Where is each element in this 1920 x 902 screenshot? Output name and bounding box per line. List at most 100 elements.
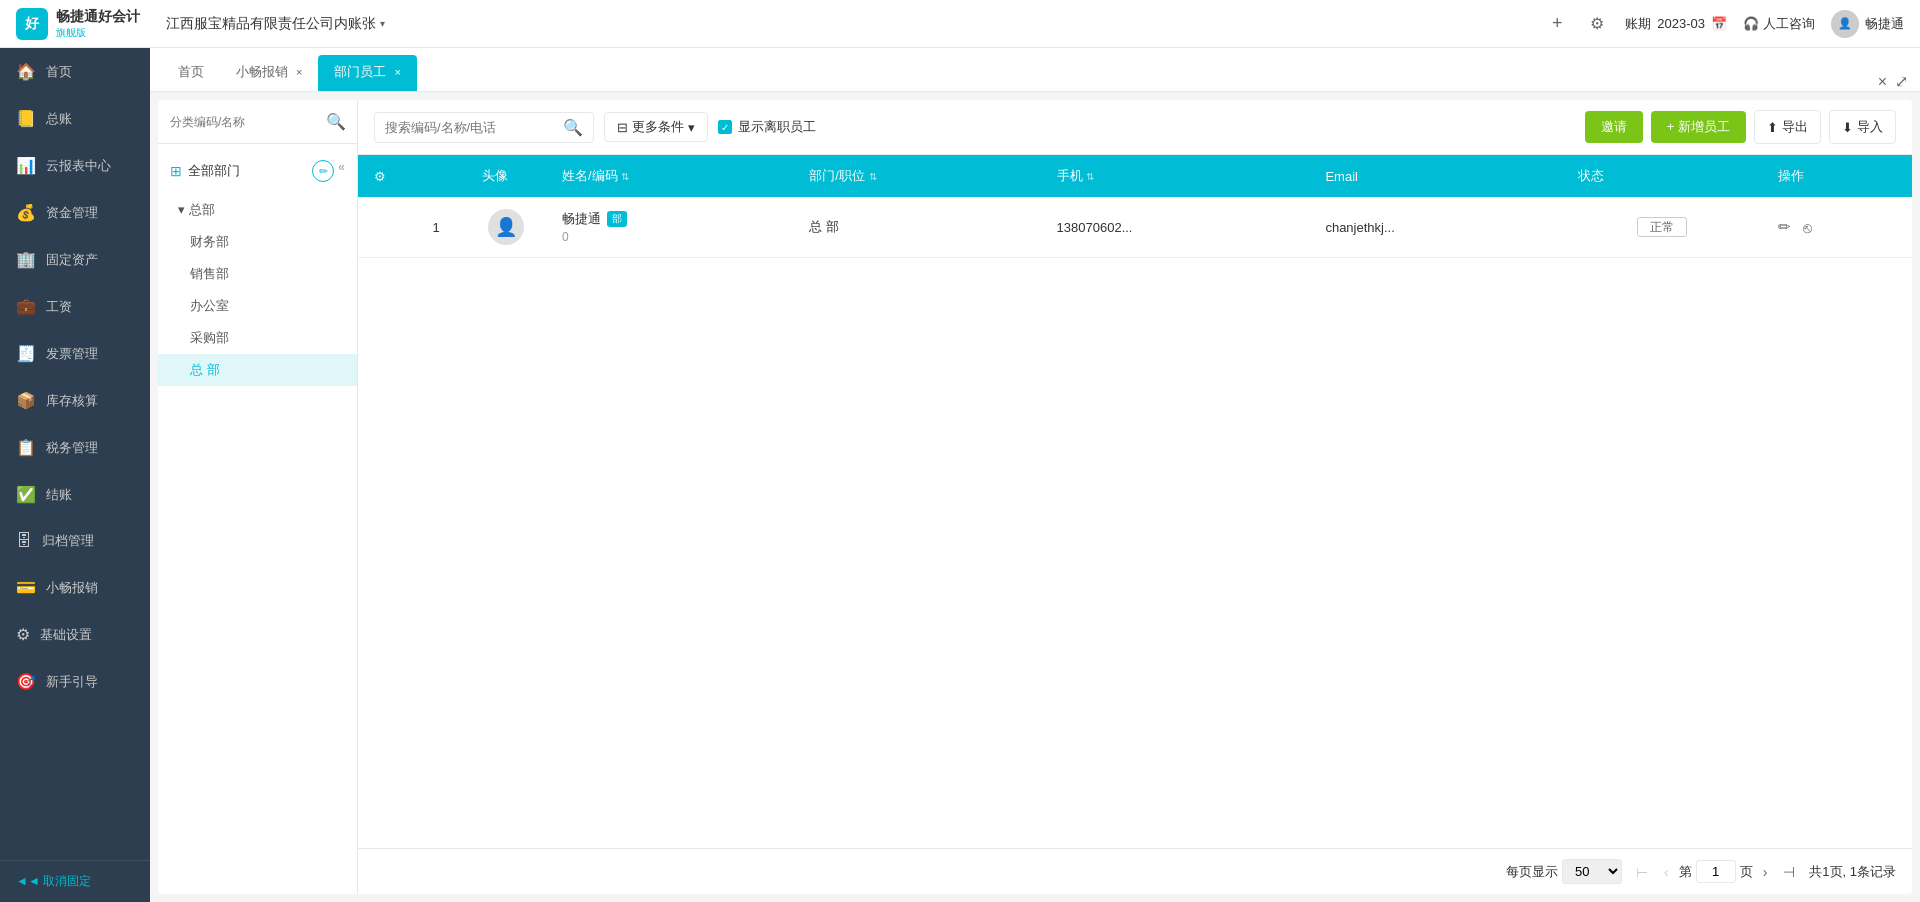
employee-table: ⚙ 头像 姓名/编码 ⇅ 部门/职位 ⇅ [358, 155, 1912, 258]
user-area[interactable]: 👤 畅捷通 [1831, 10, 1904, 38]
dept-item-xiaoshou-label: 销售部 [190, 265, 229, 283]
cell-phone: 138070602... [1041, 197, 1310, 258]
sidebar-item-home[interactable]: 🏠 首页 [0, 48, 150, 95]
tab-expand-button[interactable]: ⤢ [1895, 72, 1908, 91]
tab-dept-employee[interactable]: 部门员工 × [318, 55, 416, 91]
base-settings-icon: ⚙ [16, 625, 30, 644]
dept-item-zongbu[interactable]: 总 部 [158, 354, 357, 386]
dept-edit-button[interactable]: ✏ [312, 160, 334, 182]
sidebar-item-fixed-assets[interactable]: 🏢 固定资产 [0, 236, 150, 283]
import-button[interactable]: ⬇ 导入 [1829, 110, 1896, 144]
sidebar-label-guide: 新手引导 [46, 673, 98, 691]
col-actions: 操作 [1762, 155, 1912, 197]
dept-item-xiaoshou[interactable]: 销售部 [158, 258, 357, 290]
export-label: 导出 [1782, 118, 1808, 136]
sidebar-item-tax[interactable]: 📋 税务管理 [0, 424, 150, 471]
page-size-area: 每页显示 10 20 50 100 [1506, 859, 1622, 884]
dept-item-caiwu[interactable]: 财务部 [158, 226, 357, 258]
chevron-down-icon: ▾ [380, 18, 385, 29]
main-layout: 🏠 首页 📒 总账 📊 云报表中心 💰 资金管理 🏢 固定资产 💼 工资 🧾 发… [0, 48, 1920, 902]
col-phone[interactable]: 手机 ⇅ [1041, 155, 1310, 197]
person-icon: 👤 [495, 216, 517, 238]
sidebar: 🏠 首页 📒 总账 📊 云报表中心 💰 资金管理 🏢 固定资产 💼 工资 🧾 发… [0, 48, 150, 902]
tab-home[interactable]: 首页 [162, 55, 220, 91]
dept-item-bangong[interactable]: 办公室 [158, 290, 357, 322]
add-tab-button[interactable]: + [1545, 12, 1569, 36]
support-button[interactable]: 🎧 人工咨询 [1743, 15, 1815, 33]
logo-text: 畅捷通好会计 [56, 8, 140, 26]
top-actions: + ⚙ 账期 2023-03 📅 🎧 人工咨询 👤 畅捷通 [1545, 10, 1904, 38]
top-bar: 好 畅捷通好会计 旗舰版 江西服宝精品有限责任公司内账张 ▾ + ⚙ 账期 20… [0, 0, 1920, 48]
support-label: 人工咨询 [1763, 15, 1815, 33]
company-name: 江西服宝精品有限责任公司内账张 [166, 15, 376, 33]
col-phone-sort-icon: ⇅ [1086, 171, 1094, 182]
avatar-icon: 👤 [1838, 17, 1852, 30]
calendar-icon[interactable]: 📅 [1711, 16, 1727, 31]
closing-icon: ✅ [16, 485, 36, 504]
sidebar-item-settings[interactable]: ⚙ 基础设置 [0, 611, 150, 658]
cell-name-code: 畅捷通 部 0 [546, 197, 793, 258]
funds-icon: 💰 [16, 203, 36, 222]
logout-employee-button[interactable]: ⎋ [1803, 219, 1812, 236]
table-header-row: ⚙ 头像 姓名/编码 ⇅ 部门/职位 ⇅ [358, 155, 1912, 197]
edit-employee-button[interactable]: ✏ [1778, 218, 1791, 236]
tab-xiaochang-close[interactable]: × [296, 66, 302, 78]
sidebar-item-invoice[interactable]: 🧾 发票管理 [0, 330, 150, 377]
sidebar-item-closing[interactable]: ✅ 结账 [0, 471, 150, 518]
dept-head-label: 总部 [189, 202, 215, 217]
row-index: 1 [432, 220, 439, 235]
dept-search-icon[interactable]: 🔍 [326, 112, 346, 131]
employee-code: 0 [562, 230, 777, 244]
search-icon[interactable]: 🔍 [563, 118, 583, 137]
sidebar-item-salary[interactable]: 💼 工资 [0, 283, 150, 330]
add-employee-button[interactable]: + 新增员工 [1651, 111, 1746, 143]
sidebar-item-funds[interactable]: 💰 资金管理 [0, 189, 150, 236]
col-phone-label: 手机 [1057, 168, 1083, 183]
col-dept-position[interactable]: 部门/职位 ⇅ [793, 155, 1040, 197]
dept-item-caigou[interactable]: 采购部 [158, 322, 357, 354]
cell-status: 正常 [1562, 197, 1762, 258]
employee-avatar: 👤 [488, 209, 524, 245]
sidebar-item-inventory[interactable]: 📦 库存核算 [0, 377, 150, 424]
account-period: 账期 2023-03 📅 [1625, 15, 1727, 33]
dept-root-all[interactable]: ⊞ 全部部门 ✏ « [158, 152, 357, 190]
dept-search-input[interactable] [170, 115, 320, 129]
employee-panel: 🔍 ⊟ 更多条件 ▾ ✓ 显示离职员工 邀请 + 新增员工 [358, 100, 1912, 894]
logo-area: 好 畅捷通好会计 旗舰版 [16, 8, 166, 40]
col-index [406, 155, 466, 197]
tab-xiaochang[interactable]: 小畅报销 × [220, 55, 318, 91]
last-page-button[interactable]: ⊣ [1777, 862, 1801, 882]
dept-collapse-button[interactable]: « [338, 160, 345, 182]
table-body: 1 👤 [358, 197, 1912, 258]
col-name-code[interactable]: 姓名/编码 ⇅ [546, 155, 793, 197]
sidebar-item-archive[interactable]: 🗄 归档管理 [0, 518, 150, 564]
page-size-select[interactable]: 10 20 50 100 [1562, 859, 1622, 884]
tab-dept-employee-close[interactable]: × [394, 66, 400, 78]
filter-button[interactable]: ⊟ 更多条件 ▾ [604, 112, 708, 142]
export-button[interactable]: ⬆ 导出 [1754, 110, 1821, 144]
show-resigned-toggle[interactable]: ✓ 显示离职员工 [718, 118, 816, 136]
first-page-button[interactable]: ⊢ [1630, 862, 1654, 882]
company-dropdown[interactable]: 江西服宝精品有限责任公司内账张 ▾ [166, 15, 385, 33]
next-page-button[interactable]: › [1757, 862, 1774, 882]
export-icon: ⬆ [1767, 120, 1778, 135]
search-input[interactable] [385, 120, 557, 135]
reports-icon: 📊 [16, 156, 36, 175]
settings-button[interactable]: ⚙ [1585, 12, 1609, 36]
tab-close-all-button[interactable]: × [1878, 73, 1887, 91]
prev-page-button[interactable]: ‹ [1658, 862, 1675, 882]
sidebar-item-ledger[interactable]: 📒 总账 [0, 95, 150, 142]
sidebar-item-reports[interactable]: 📊 云报表中心 [0, 142, 150, 189]
dept-head-row[interactable]: ▾ 总部 [158, 194, 357, 226]
sidebar-item-guide[interactable]: 🎯 新手引导 [0, 658, 150, 705]
period-label: 账期 [1625, 15, 1651, 33]
dept-item-bangong-label: 办公室 [190, 297, 229, 315]
employee-dept: 总 部 [809, 219, 839, 234]
col-settings[interactable]: ⚙ [358, 155, 406, 197]
page-input[interactable] [1696, 860, 1736, 883]
headset-icon: 🎧 [1743, 16, 1759, 31]
username: 畅捷通 [1865, 15, 1904, 33]
invite-button[interactable]: 邀请 [1585, 111, 1643, 143]
cancel-fixed-button[interactable]: ◄◄ 取消固定 [0, 860, 150, 902]
sidebar-item-expense[interactable]: 💳 小畅报销 [0, 564, 150, 611]
